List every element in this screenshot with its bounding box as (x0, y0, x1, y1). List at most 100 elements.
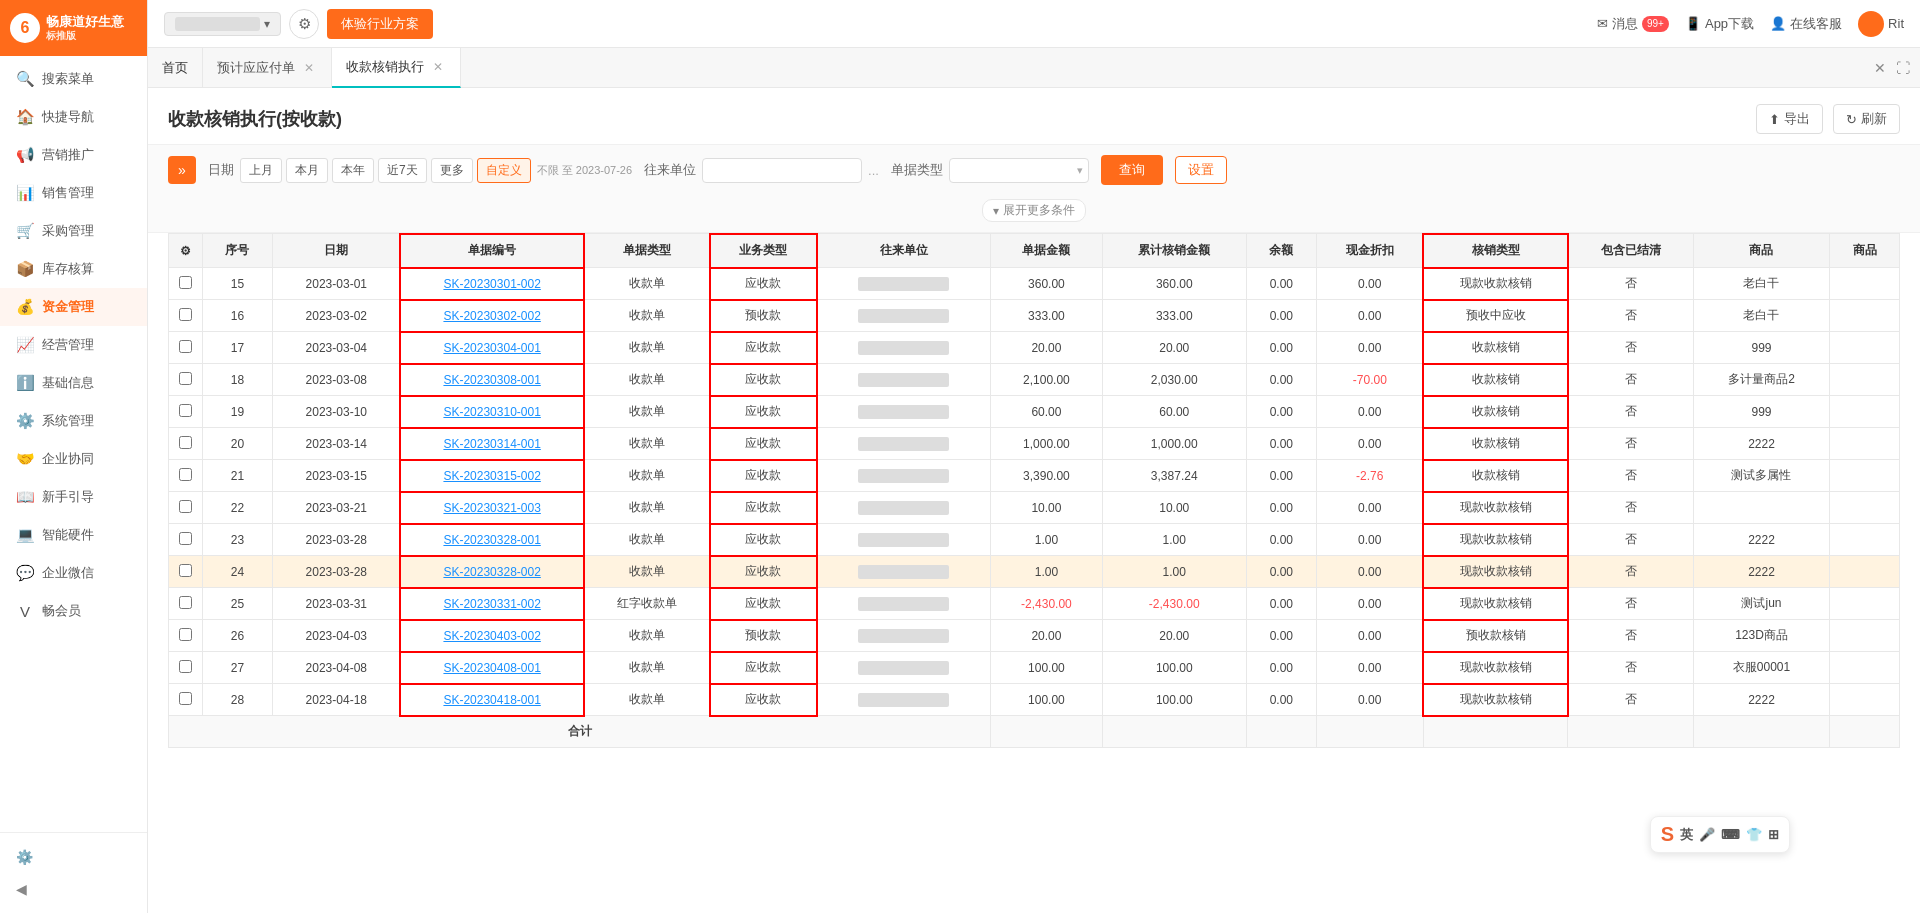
cell-checkbox[interactable] (169, 332, 203, 364)
user-avatar[interactable]: Rit (1858, 11, 1904, 37)
cell-partner: ██████ (817, 300, 991, 332)
bill-no-link[interactable]: SK-20230328-001 (443, 533, 540, 547)
query-button[interactable]: 查询 (1101, 155, 1163, 185)
bill-type-select[interactable] (949, 158, 1089, 183)
cell-goods: 测试多属性 (1693, 460, 1829, 492)
sidebar-item-system[interactable]: ⚙️ 系统管理 (0, 402, 147, 440)
header-settings-btn[interactable]: ⚙ (289, 9, 319, 39)
bill-no-link[interactable]: SK-20230403-002 (443, 629, 540, 643)
cell-bill-no: SK-20230328-001 (400, 524, 584, 556)
cell-checkbox[interactable] (169, 524, 203, 556)
expand-more-button[interactable]: ▾ 展开更多条件 (982, 199, 1086, 222)
bill-no-link[interactable]: SK-20230328-002 (443, 565, 540, 579)
message-action[interactable]: ✉ 消息 99+ (1597, 15, 1669, 33)
bill-no-link[interactable]: SK-20230315-002 (443, 469, 540, 483)
cell-checkbox[interactable] (169, 620, 203, 652)
sidebar-item-collab[interactable]: 🤝 企业协同 (0, 440, 147, 478)
bill-no-link[interactable]: SK-20230302-002 (443, 309, 540, 323)
cell-verify-type: 现款收款核销 (1423, 492, 1567, 524)
export-button[interactable]: ⬆ 导出 (1756, 104, 1823, 134)
cell-checkbox[interactable] (169, 492, 203, 524)
tab-home[interactable]: 首页 (148, 48, 203, 88)
bill-no-link[interactable]: SK-20230418-001 (443, 693, 540, 707)
cell-cumulative: 1,000.00 (1102, 428, 1246, 460)
sidebar-item-guide[interactable]: 📖 新手引导 (0, 478, 147, 516)
date-btn-more[interactable]: 更多 (431, 158, 473, 183)
sidebar-item-hardware[interactable]: 💻 智能硬件 (0, 516, 147, 554)
bill-no-link[interactable]: SK-20230408-001 (443, 661, 540, 675)
sidebar-item-purchase[interactable]: 🛒 采购管理 (0, 212, 147, 250)
bill-no-link[interactable]: SK-20230321-003 (443, 501, 540, 515)
sidebar-item-quicknav[interactable]: 🏠 快捷导航 (0, 98, 147, 136)
partner-filter-group: 往来单位 ... (644, 158, 879, 183)
cell-checkbox[interactable] (169, 460, 203, 492)
date-btn-custom[interactable]: 自定义 (477, 158, 531, 183)
tab-expand-btn[interactable]: ⛶ (1896, 60, 1910, 76)
sidebar-item-search[interactable]: 🔍 搜索菜单 (0, 60, 147, 98)
expand-more-icon: ▾ (993, 204, 999, 218)
sidebar-collapse[interactable]: ◀ (0, 873, 147, 905)
cell-partner: ██████ (817, 460, 991, 492)
table-row: 19 2023-03-10 SK-20230310-001 收款单 应收款 ██… (169, 396, 1900, 428)
cell-cumulative: 360.00 (1102, 268, 1246, 300)
cell-checkbox[interactable] (169, 300, 203, 332)
sidebar-item-basic[interactable]: ℹ️ 基础信息 (0, 364, 147, 402)
cell-partner: ██████ (817, 588, 991, 620)
cell-bill-amount: 100.00 (991, 652, 1102, 684)
cell-checkbox[interactable] (169, 268, 203, 300)
date-btn-this-year[interactable]: 本年 (332, 158, 374, 183)
sidebar-item-finance[interactable]: 💰 资金管理 (0, 288, 147, 326)
app-download-action[interactable]: 📱 App下载 (1685, 15, 1754, 33)
col-gear[interactable]: ⚙ (169, 234, 203, 268)
cell-goods: 测试jun (1693, 588, 1829, 620)
col-balance: 余额 (1246, 234, 1316, 268)
cell-checkbox[interactable] (169, 428, 203, 460)
date-btn-this-month[interactable]: 本月 (286, 158, 328, 183)
cell-balance: 0.00 (1246, 620, 1316, 652)
sidebar-settings[interactable]: ⚙️ (0, 841, 147, 873)
sidebar-item-sales[interactable]: 📊 销售管理 (0, 174, 147, 212)
sidebar-item-operations[interactable]: 📈 经营管理 (0, 326, 147, 364)
sidebar-logo: 6 畅康道好生意 标推版 (0, 0, 147, 56)
filter-settings-button[interactable]: 设置 (1175, 156, 1227, 184)
partner-blurred: ██████ (858, 405, 949, 419)
date-btn-7days[interactable]: 近7天 (378, 158, 427, 183)
company-selector[interactable]: ██████████ ▾ (164, 12, 281, 36)
cell-balance: 0.00 (1246, 428, 1316, 460)
cell-checkbox[interactable] (169, 364, 203, 396)
cell-checkbox[interactable] (169, 684, 203, 716)
sidebar-item-inventory[interactable]: 📦 库存核算 (0, 250, 147, 288)
sidebar-item-wechat[interactable]: 💬 企业微信 (0, 554, 147, 592)
refresh-button[interactable]: ↻ 刷新 (1833, 104, 1900, 134)
col-goods: 商品 (1693, 234, 1829, 268)
cell-cash-discount: 0.00 (1316, 652, 1423, 684)
tab-close-btn[interactable]: ✕ (1874, 60, 1886, 76)
cell-checkbox[interactable] (169, 588, 203, 620)
bill-no-link[interactable]: SK-20230301-002 (443, 277, 540, 291)
date-btn-last-month[interactable]: 上月 (240, 158, 282, 183)
sidebar-item-marketing[interactable]: 📢 营销推广 (0, 136, 147, 174)
cell-checkbox[interactable] (169, 556, 203, 588)
collapse-icon: ◀ (16, 881, 27, 897)
filter-toggle-button[interactable]: » (168, 156, 196, 184)
solution-button[interactable]: 体验行业方案 (327, 9, 433, 39)
partner-input[interactable] (702, 158, 862, 183)
col-date: 日期 (272, 234, 400, 268)
tab-prepay-close[interactable]: ✕ (301, 60, 317, 76)
cell-verify-type: 现款收款核销 (1423, 556, 1567, 588)
cell-biz-type: 应收款 (710, 652, 817, 684)
tab-prepay[interactable]: 预计应应付单 ✕ (203, 48, 332, 88)
bill-no-link[interactable]: SK-20230331-002 (443, 597, 540, 611)
sidebar-item-member[interactable]: V 畅会员 (0, 592, 147, 630)
bill-no-link[interactable]: SK-20230314-001 (443, 437, 540, 451)
cell-bill-no: SK-20230302-002 (400, 300, 584, 332)
bill-no-link[interactable]: SK-20230310-001 (443, 405, 540, 419)
cell-checkbox[interactable] (169, 396, 203, 428)
online-service-action[interactable]: 👤 在线客服 (1770, 15, 1842, 33)
partner-ellipsis[interactable]: ... (868, 163, 879, 178)
tab-collection[interactable]: 收款核销执行 ✕ (332, 48, 461, 88)
tab-collection-close[interactable]: ✕ (430, 59, 446, 75)
cell-checkbox[interactable] (169, 652, 203, 684)
bill-no-link[interactable]: SK-20230304-001 (443, 341, 540, 355)
bill-no-link[interactable]: SK-20230308-001 (443, 373, 540, 387)
